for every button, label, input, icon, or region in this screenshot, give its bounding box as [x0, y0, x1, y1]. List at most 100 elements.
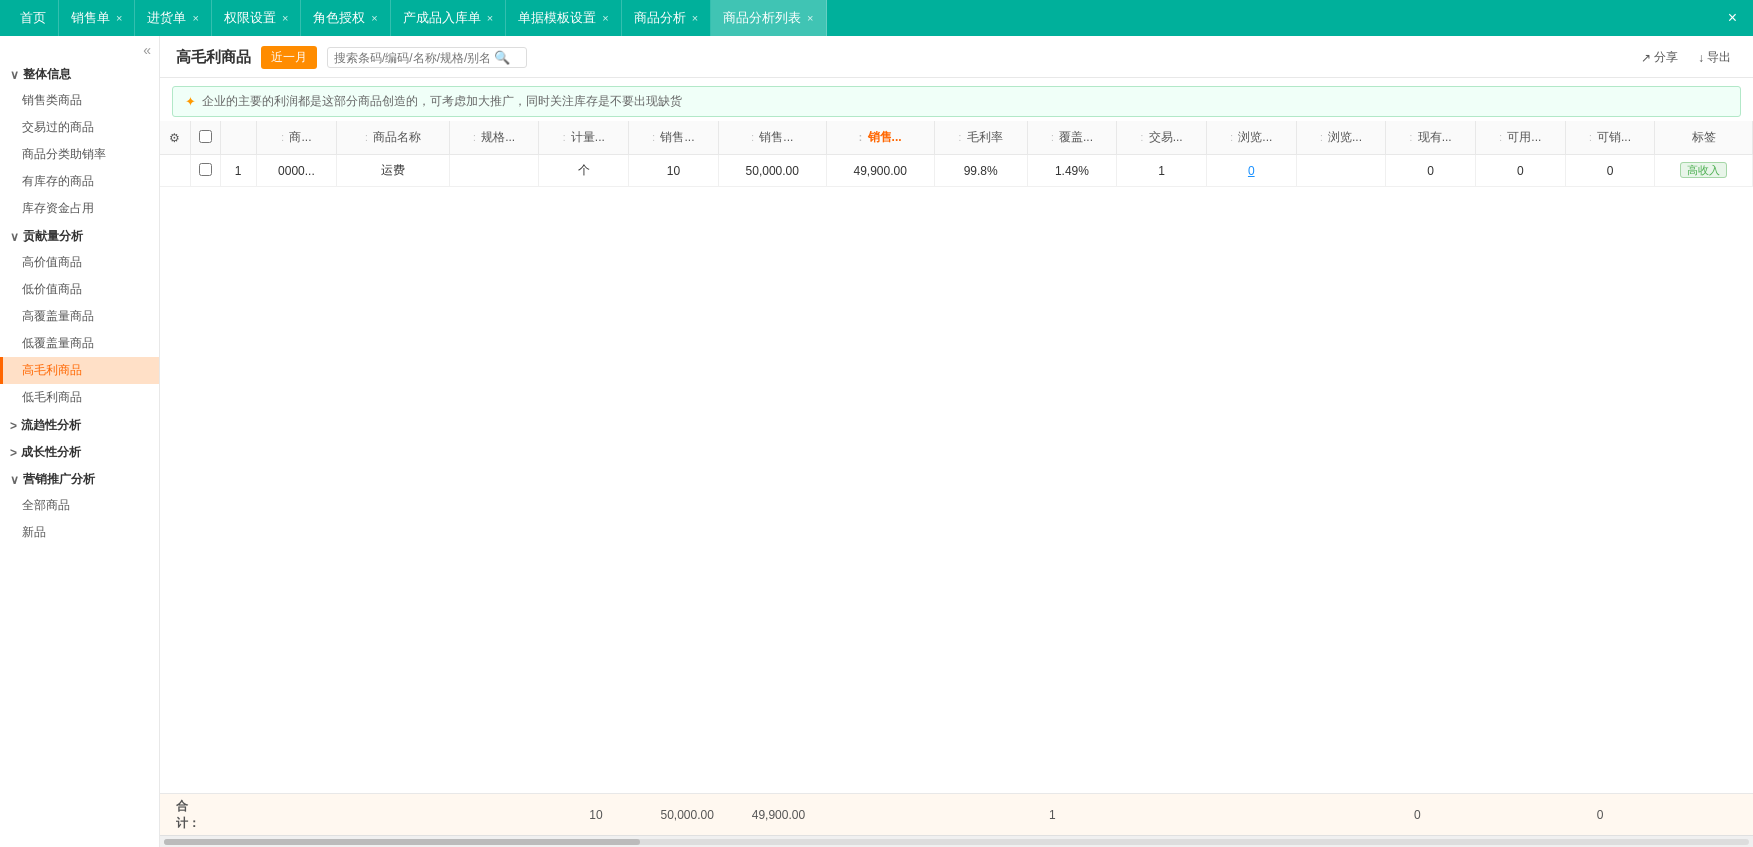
sidebar-item-high-coverage[interactable]: 高覆盖量商品 — [0, 303, 159, 330]
code-column-header[interactable]: : 商... — [256, 121, 337, 155]
sidebar-item-low-coverage[interactable]: 低覆盖量商品 — [0, 330, 159, 357]
top-navigation: 首页 销售单 × 进货单 × 权限设置 × 角色授权 × 产成品入库单 × 单据… — [0, 0, 1753, 36]
main-layout: « ∨ 整体信息 销售类商品 交易过的商品 商品分类助销率 有库存的商品 库存资… — [0, 36, 1753, 847]
table-header-row: ⚙ : 商... : 商品名称 — [160, 121, 1753, 155]
search-input[interactable] — [334, 51, 494, 65]
nav-template-settings[interactable]: 单据模板设置 × — [506, 0, 621, 36]
coverage-sort-icon: : — [1051, 132, 1054, 143]
sidebar-item-stock-capital[interactable]: 库存资金占用 — [0, 195, 159, 222]
date-filter-button[interactable]: 近一月 — [261, 46, 317, 69]
close-role-auth-icon[interactable]: × — [371, 13, 377, 24]
browse1-column-header[interactable]: : 浏览... — [1206, 121, 1296, 155]
salable-column-header[interactable]: : 可销... — [1565, 121, 1655, 155]
browse1-link[interactable]: 0 — [1248, 164, 1255, 178]
row-checkbox[interactable] — [190, 155, 220, 187]
close-product-analysis-icon[interactable]: × — [692, 13, 698, 24]
row-sales3: 49,900.00 — [826, 155, 934, 187]
row-gross-rate: 99.8% — [934, 155, 1027, 187]
sales3-column-header[interactable]: : 销售... — [826, 121, 934, 155]
close-purchase-order-icon[interactable]: × — [192, 13, 198, 24]
export-button[interactable]: ↓ 导出 — [1692, 46, 1737, 69]
close-sales-order-icon[interactable]: × — [116, 13, 122, 24]
nav-home[interactable]: 首页 — [8, 0, 59, 36]
row-code: 0000... — [256, 155, 337, 187]
nav-role-auth[interactable]: 角色授权 × — [301, 0, 390, 36]
sidebar-group-marketing[interactable]: ∨ 营销推广分析 — [0, 465, 159, 492]
chevron-down-icon-2: ∨ — [10, 230, 19, 244]
salable-sort-icon: : — [1589, 132, 1592, 143]
sidebar-item-sales-products[interactable]: 销售类商品 — [0, 87, 159, 114]
sales2-column-header[interactable]: : 销售... — [718, 121, 826, 155]
collapse-icon[interactable]: « — [143, 42, 151, 58]
sales2-sort-icon: : — [751, 132, 754, 143]
sidebar-group-overall-info[interactable]: ∨ 整体信息 — [0, 60, 159, 87]
nav-product-inbound[interactable]: 产成品入库单 × — [391, 0, 506, 36]
gross-rate-sort-icon: : — [959, 132, 962, 143]
row-select-checkbox[interactable] — [199, 163, 212, 176]
footer-sales1: 10 — [550, 808, 641, 822]
code-sort-icon: : — [281, 132, 284, 143]
close-permissions-icon[interactable]: × — [282, 13, 288, 24]
content-area: 高毛利商品 近一月 🔍 ↗ 分享 ↓ 导出 ✦ 企业的主要的利润都是这部分商品创… — [160, 36, 1753, 847]
settings-column-header[interactable]: ⚙ — [160, 121, 190, 155]
select-all-checkbox[interactable] — [199, 130, 212, 143]
current-column-header[interactable]: : 现有... — [1386, 121, 1476, 155]
close-product-analysis-list-icon[interactable]: × — [807, 13, 813, 24]
content-header: 高毛利商品 近一月 🔍 ↗ 分享 ↓ 导出 — [160, 36, 1753, 78]
nav-permissions[interactable]: 权限设置 × — [212, 0, 301, 36]
nav-product-analysis-list[interactable]: 商品分析列表 × — [711, 0, 826, 36]
nav-product-analysis[interactable]: 商品分析 × — [622, 0, 711, 36]
sidebar-item-traded-products[interactable]: 交易过的商品 — [0, 114, 159, 141]
scrollbar-thumb[interactable] — [164, 839, 640, 845]
table-wrapper[interactable]: ⚙ : 商... : 商品名称 — [160, 121, 1753, 793]
nav-purchase-order[interactable]: 进货单 × — [135, 0, 211, 36]
total-values: 10 50,000.00 49,900.00 1 0 0 — [231, 808, 1737, 822]
table-row: 1 0000... 运费 个 10 50,000.00 49,900.00 99… — [160, 155, 1753, 187]
sidebar-collapse-button[interactable]: « — [0, 36, 159, 60]
footer-salable: 0 — [1554, 808, 1645, 822]
tip-bar: ✦ 企业的主要的利润都是这部分商品创造的，可考虑加大推广，同时关注库存是不要出现… — [172, 86, 1741, 117]
unit-column-header[interactable]: : 计量... — [539, 121, 629, 155]
sidebar-item-high-margin[interactable]: 高毛利商品 — [0, 357, 159, 384]
row-seq: 1 — [220, 155, 256, 187]
nav-sales-order[interactable]: 销售单 × — [59, 0, 135, 36]
trade-column-header[interactable]: : 交易... — [1117, 121, 1207, 155]
sidebar-item-low-margin[interactable]: 低毛利商品 — [0, 384, 159, 411]
settings-icon[interactable]: ⚙ — [169, 131, 180, 145]
browse1-sort-icon: : — [1230, 132, 1233, 143]
close-template-settings-icon[interactable]: × — [602, 13, 608, 24]
sidebar-group-contribution[interactable]: ∨ 贡献量分析 — [0, 222, 159, 249]
search-icon[interactable]: 🔍 — [494, 50, 510, 65]
sidebar-item-category-rate[interactable]: 商品分类助销率 — [0, 141, 159, 168]
row-browse2 — [1296, 155, 1386, 187]
close-all-tabs-button[interactable]: × — [1720, 9, 1745, 27]
footer-total-bar: 合计： 10 50,000.00 49,900.00 1 0 0 — [160, 793, 1753, 835]
spec-column-header[interactable]: : 规格... — [449, 121, 539, 155]
footer-empty5 — [1646, 808, 1737, 822]
available-sort-icon: : — [1499, 132, 1502, 143]
scrollbar-track[interactable] — [164, 839, 1749, 845]
sidebar-group-growth[interactable]: > 成长性分析 — [0, 438, 159, 465]
name-column-header[interactable]: : 商品名称 — [337, 121, 449, 155]
sidebar-item-high-value[interactable]: 高价值商品 — [0, 249, 159, 276]
sidebar-group-trend[interactable]: > 流趋性分析 — [0, 411, 159, 438]
row-browse1[interactable]: 0 — [1206, 155, 1296, 187]
share-button[interactable]: ↗ 分享 — [1635, 46, 1684, 69]
row-current: 0 — [1386, 155, 1476, 187]
coverage-column-header[interactable]: : 覆盖... — [1027, 121, 1117, 155]
sidebar-item-in-stock[interactable]: 有库存的商品 — [0, 168, 159, 195]
gross-rate-column-header[interactable]: : 毛利率 — [934, 121, 1027, 155]
tag-column-header: 标签 — [1655, 121, 1753, 155]
sidebar-item-low-value[interactable]: 低价值商品 — [0, 276, 159, 303]
close-product-inbound-icon[interactable]: × — [487, 13, 493, 24]
browse2-column-header[interactable]: : 浏览... — [1296, 121, 1386, 155]
chevron-down-icon-3: ∨ — [10, 473, 19, 487]
sidebar-item-new-products[interactable]: 新品 — [0, 519, 159, 546]
footer-current: 0 — [1372, 808, 1463, 822]
horizontal-scrollbar[interactable] — [160, 835, 1753, 847]
sales1-column-header[interactable]: : 销售... — [629, 121, 719, 155]
seq-column-header — [220, 121, 256, 155]
sidebar-item-all-products[interactable]: 全部商品 — [0, 492, 159, 519]
available-column-header[interactable]: : 可用... — [1475, 121, 1565, 155]
chevron-down-icon: ∨ — [10, 68, 19, 82]
